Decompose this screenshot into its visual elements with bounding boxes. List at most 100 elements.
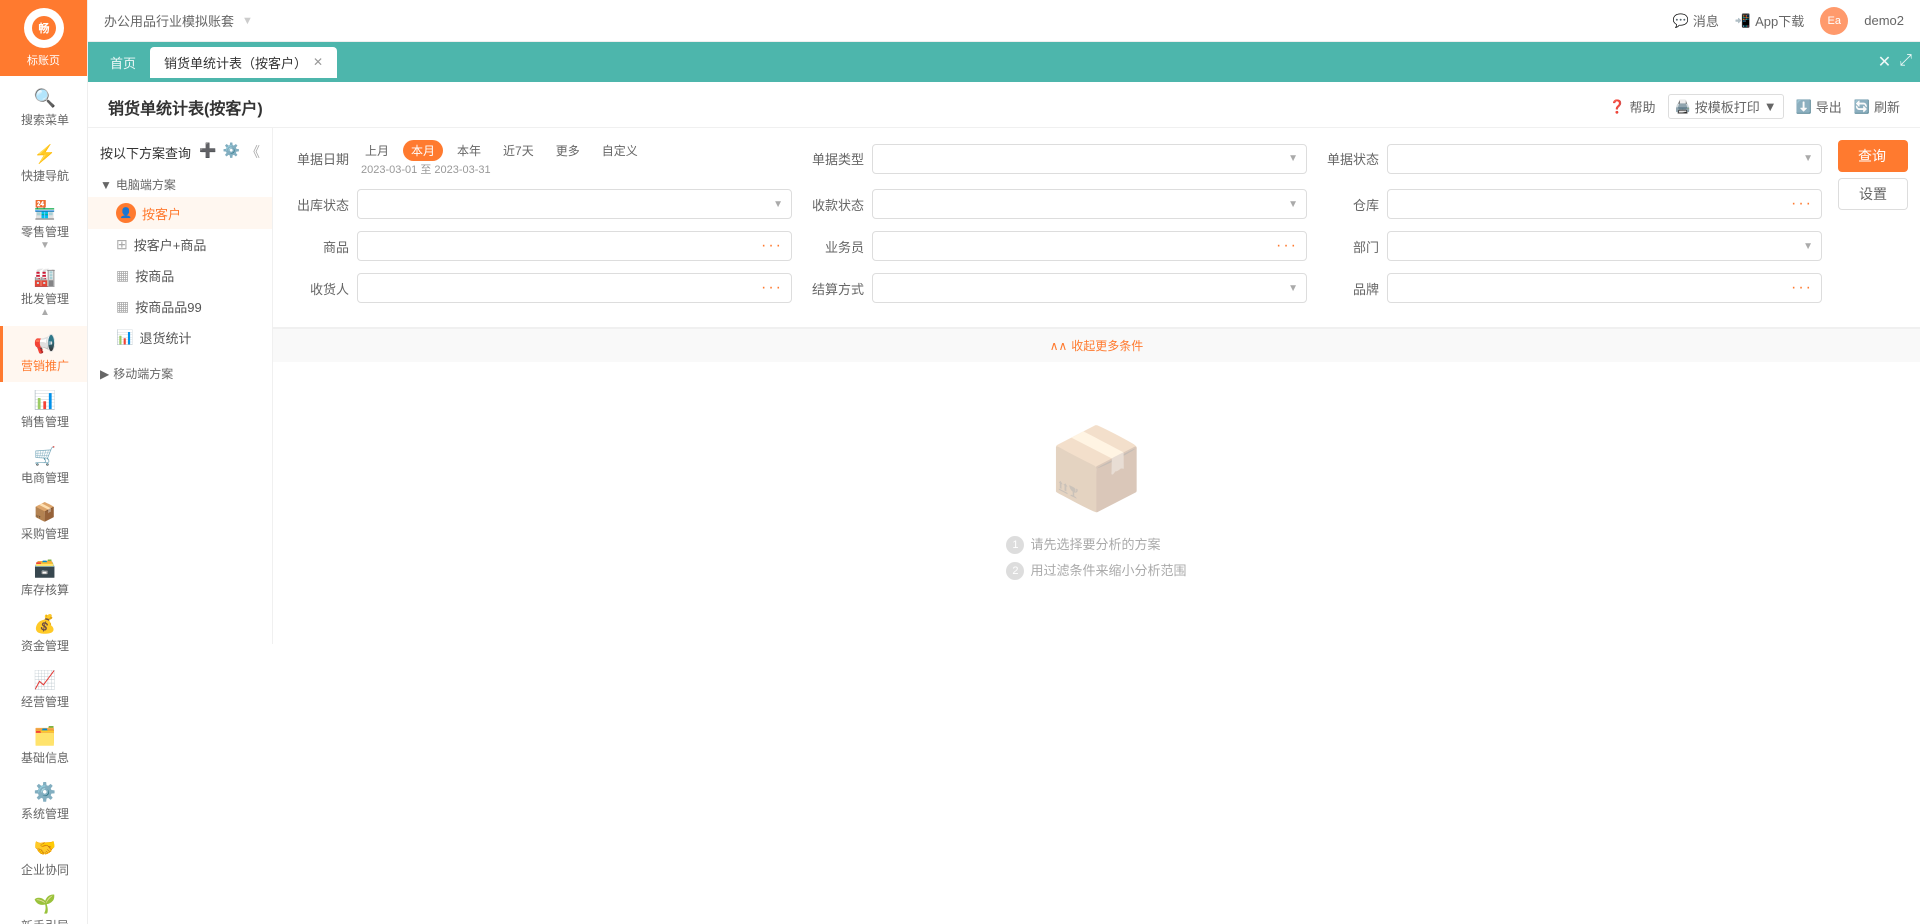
status-field: 单据状态 ▼ bbox=[1319, 144, 1822, 174]
collapse-label: 收起更多条件 bbox=[1071, 337, 1143, 354]
hint-text-1: 请先选择要分析的方案 bbox=[1030, 532, 1160, 558]
breadcrumb-arrow: ▼ bbox=[242, 15, 253, 27]
date-btn-7days[interactable]: 近7天 bbox=[495, 140, 542, 161]
tab-sales-stats[interactable]: 销货单统计表（按客户） ✕ bbox=[150, 47, 337, 78]
sidebar-item-inventory[interactable]: 🗃️ 库存核算 bbox=[0, 550, 87, 606]
sidebar-item-purchase[interactable]: 📦 采购管理 bbox=[0, 494, 87, 550]
window-expand-icon[interactable]: ⤢ bbox=[1899, 52, 1912, 72]
tab-close-icon[interactable]: ✕ bbox=[313, 55, 323, 69]
scheme-group-desktop-header[interactable]: ▼ 电脑端方案 bbox=[88, 172, 272, 197]
out-status-input[interactable]: ▼ bbox=[357, 189, 792, 219]
settlement-input[interactable]: ▼ bbox=[872, 273, 1307, 303]
edit-scheme-icon[interactable]: ⚙️ bbox=[223, 142, 240, 162]
type-dropdown-icon: ▼ bbox=[1288, 153, 1298, 164]
window-close-icon[interactable]: ✕ bbox=[1878, 52, 1891, 72]
basic-icon: 🗂️ bbox=[34, 726, 56, 747]
date-label: 单据日期 bbox=[289, 149, 349, 168]
sidebar-item-retail[interactable]: 🏪 零售管理 ▼ bbox=[0, 192, 87, 259]
sidebar-item-label: 系统管理 bbox=[21, 805, 69, 822]
help-btn[interactable]: ❓ 帮助 bbox=[1609, 97, 1655, 116]
print-btn[interactable]: 🖨️ 按模板打印 ▼ bbox=[1668, 94, 1784, 119]
salesperson-input[interactable]: ··· bbox=[872, 231, 1307, 261]
collapse-panel-icon[interactable]: 《 bbox=[246, 142, 260, 162]
print-dropdown-icon: ▼ bbox=[1764, 99, 1777, 114]
scheme-item-by-goods-99[interactable]: ▦ 按商品品99 bbox=[88, 291, 272, 322]
sidebar-item-sales[interactable]: 📊 销售管理 bbox=[0, 382, 87, 438]
refresh-btn[interactable]: 🔄 刷新 bbox=[1854, 97, 1900, 116]
date-btn-custom[interactable]: 自定义 bbox=[594, 140, 646, 161]
sidebar-item-finance[interactable]: 💰 资金管理 bbox=[0, 606, 87, 662]
content-area: 按以下方案查询 ➕ ⚙️ 《 ▼ 电脑端方案 👤 bbox=[88, 128, 1920, 644]
scheme-group-arrow: ▶ bbox=[100, 367, 109, 381]
settings-button[interactable]: 设置 bbox=[1838, 178, 1908, 210]
sidebar-item-ecommerce[interactable]: 🛒 电商管理 bbox=[0, 438, 87, 494]
brand-input[interactable]: ··· bbox=[1387, 273, 1822, 303]
sidebar-item-search[interactable]: 🔍 搜索菜单 bbox=[0, 80, 87, 136]
scheme-item-label: 按客户+商品 bbox=[134, 235, 207, 254]
collapse-bar[interactable]: ∧∧ 收起更多条件 bbox=[273, 328, 1920, 362]
dept-field: 部门 ▼ bbox=[1319, 231, 1822, 261]
date-btn-more[interactable]: 更多 bbox=[548, 140, 588, 161]
sidebar-item-label: 基础信息 bbox=[21, 749, 69, 766]
receiver-input[interactable]: ··· bbox=[357, 273, 792, 303]
sidebar-item-newbie[interactable]: 🌱 新手引导 bbox=[0, 886, 87, 924]
date-btn-this-year[interactable]: 本年 bbox=[449, 140, 489, 161]
status-input[interactable]: ▼ bbox=[1387, 144, 1822, 174]
username: demo2 bbox=[1864, 13, 1904, 28]
sidebar-item-label: 新手引导 bbox=[21, 917, 69, 924]
goods-input[interactable]: ··· bbox=[357, 231, 792, 261]
help-icon: ❓ bbox=[1609, 99, 1625, 115]
sidebar-item-operation[interactable]: 📈 经营管理 bbox=[0, 662, 87, 718]
system-icon: ⚙️ bbox=[34, 782, 56, 803]
inventory-icon: 🗃️ bbox=[34, 558, 56, 579]
logo-text: 标账页 bbox=[27, 52, 60, 68]
filter-row-2: 出库状态 ▼ 收款状态 ▼ bbox=[289, 189, 1822, 219]
messages-btn[interactable]: 💬 消息 bbox=[1673, 11, 1719, 30]
ecommerce-icon: 🛒 bbox=[34, 446, 56, 467]
goods-label: 商品 bbox=[289, 237, 349, 256]
app-download-btn[interactable]: 📲 App下载 bbox=[1735, 11, 1804, 30]
empty-illustration: 📦 bbox=[1047, 422, 1147, 516]
purchase-icon: 📦 bbox=[34, 502, 56, 523]
warehouse-input[interactable]: ··· bbox=[1387, 189, 1822, 219]
scheme-item-by-customer-goods[interactable]: ⊞ 按客户+商品 bbox=[88, 229, 272, 260]
operation-icon: 📈 bbox=[34, 670, 56, 691]
quick-icon: ⚡ bbox=[34, 144, 56, 165]
sidebar-item-wholesale[interactable]: 🏭 批发管理 ▲ bbox=[0, 259, 87, 326]
scheme-icon: ⊞ bbox=[116, 236, 128, 253]
date-btn-last-month[interactable]: 上月 bbox=[357, 140, 397, 161]
warehouse-label: 仓库 bbox=[1319, 195, 1379, 214]
sidebar-item-basic[interactable]: 🗂️ 基础信息 bbox=[0, 718, 87, 774]
scheme-icon: ▦ bbox=[116, 298, 129, 315]
sidebar-item-label: 资金管理 bbox=[21, 637, 69, 654]
payment-status-input[interactable]: ▼ bbox=[872, 189, 1307, 219]
query-button[interactable]: 查询 bbox=[1838, 140, 1908, 172]
scheme-item-label: 退货统计 bbox=[139, 328, 191, 347]
add-scheme-icon[interactable]: ➕ bbox=[199, 142, 216, 162]
avatar[interactable]: Ea bbox=[1820, 7, 1848, 35]
sidebar-item-marketing[interactable]: 📢 营销推广 bbox=[0, 326, 87, 382]
scheme-group-mobile-header[interactable]: ▶ 移动端方案 bbox=[88, 361, 272, 386]
finance-icon: 💰 bbox=[34, 614, 56, 635]
settlement-arrow: ▼ bbox=[1288, 283, 1298, 294]
scheme-item-label: 按商品品99 bbox=[135, 297, 201, 316]
date-field: 单据日期 上月 本月 本年 近7天 更多 自定义 bbox=[289, 140, 792, 177]
wholesale-icon: 🏭 bbox=[34, 267, 56, 288]
scheme-item-return-stats[interactable]: 📊 退货统计 bbox=[88, 322, 272, 353]
tab-home[interactable]: 首页 bbox=[96, 47, 150, 78]
scheme-item-by-goods[interactable]: ▦ 按商品 bbox=[88, 260, 272, 291]
sidebar-item-system[interactable]: ⚙️ 系统管理 bbox=[0, 774, 87, 830]
export-btn[interactable]: ⬇️ 导出 bbox=[1796, 97, 1842, 116]
dept-input[interactable]: ▼ bbox=[1387, 231, 1822, 261]
sidebar-item-quick[interactable]: ⚡ 快捷导航 bbox=[0, 136, 87, 192]
svg-text:畅: 畅 bbox=[38, 21, 49, 35]
receiver-label: 收货人 bbox=[289, 279, 349, 298]
scheme-item-by-customer[interactable]: 👤 按客户 bbox=[88, 197, 272, 229]
goods-field: 商品 ··· bbox=[289, 231, 792, 261]
main-area: 办公用品行业模拟账套 ▼ 💬 消息 📲 App下载 Ea demo2 首页 销货… bbox=[88, 0, 1920, 924]
type-input[interactable]: ▼ bbox=[872, 144, 1307, 174]
date-btn-this-month[interactable]: 本月 bbox=[403, 140, 443, 161]
scheme-group-desktop: ▼ 电脑端方案 👤 按客户 ⊞ 按客户+商品 ▦ bbox=[88, 168, 272, 357]
sidebar-item-enterprise[interactable]: 🤝 企业协同 bbox=[0, 830, 87, 886]
sidebar-item-label: 销售管理 bbox=[21, 413, 69, 430]
